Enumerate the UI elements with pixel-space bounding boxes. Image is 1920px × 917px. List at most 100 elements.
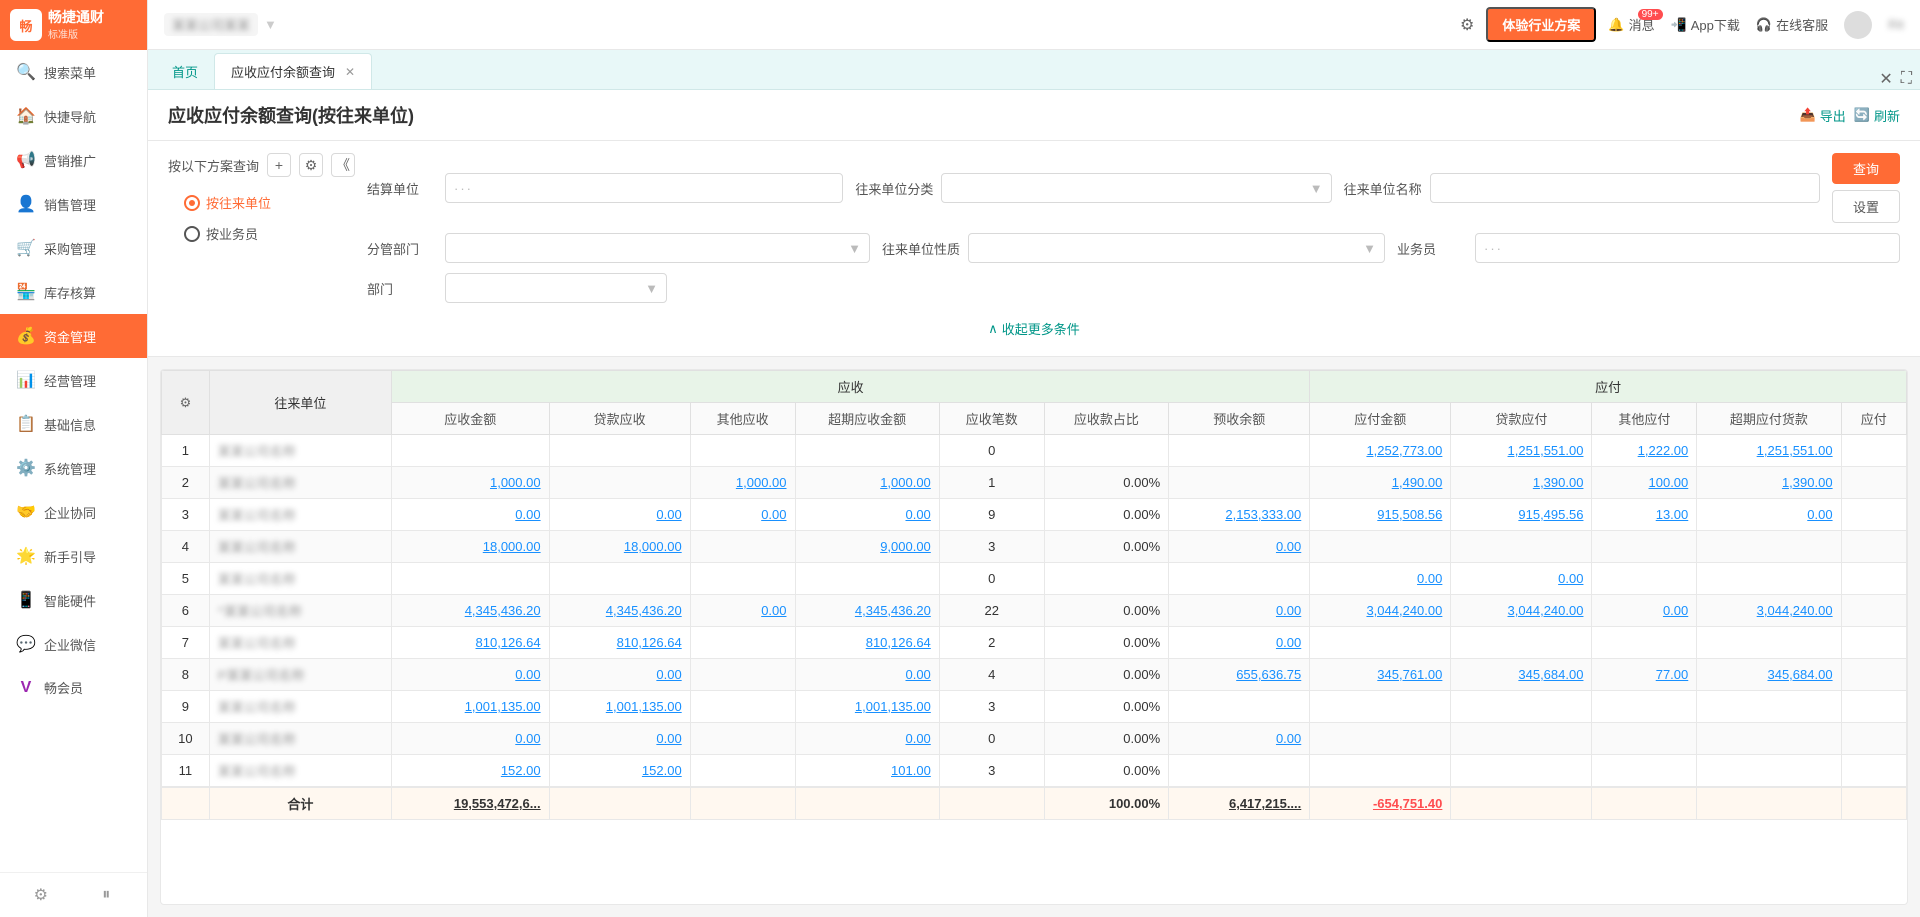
sidebar-item-marketing[interactable]: 📢 营销推广 bbox=[0, 138, 147, 182]
ap-overdue[interactable]: 3,044,240.00 bbox=[1697, 595, 1841, 627]
ap-amount[interactable]: 0.00 bbox=[1310, 563, 1451, 595]
sidebar-item-basic[interactable]: 📋 基础信息 bbox=[0, 402, 147, 446]
ar-amount[interactable]: 4,345,436.20 bbox=[392, 595, 550, 627]
ar-overdue[interactable]: 1,001,135.00 bbox=[795, 691, 939, 723]
ap-loan[interactable] bbox=[1451, 531, 1592, 563]
ar-amount[interactable]: 1,001,135.00 bbox=[392, 691, 550, 723]
add-scheme-btn[interactable]: + bbox=[267, 153, 291, 177]
ap-other[interactable] bbox=[1592, 691, 1697, 723]
notify-button[interactable]: 🔔 消息 99+ bbox=[1608, 15, 1654, 34]
ap-loan[interactable]: 1,251,551.00 bbox=[1451, 435, 1592, 467]
ap-other[interactable]: 13.00 bbox=[1592, 499, 1697, 531]
ap-other[interactable] bbox=[1592, 531, 1697, 563]
app-download-button[interactable]: 📲 App下载 bbox=[1671, 15, 1740, 34]
ap-overdue[interactable]: 1,251,551.00 bbox=[1697, 435, 1841, 467]
prepaid[interactable] bbox=[1169, 435, 1310, 467]
ap-loan[interactable]: 3,044,240.00 bbox=[1451, 595, 1592, 627]
ar-amount[interactable]: 0.00 bbox=[392, 499, 550, 531]
ap-amount[interactable]: 1,252,773.00 bbox=[1310, 435, 1451, 467]
ar-overdue[interactable] bbox=[795, 435, 939, 467]
prepaid[interactable]: 0.00 bbox=[1169, 627, 1310, 659]
prepaid[interactable]: 0.00 bbox=[1169, 595, 1310, 627]
query-button[interactable]: 查询 bbox=[1832, 153, 1900, 184]
ar-amount[interactable]: 810,126.64 bbox=[392, 627, 550, 659]
ar-other[interactable] bbox=[690, 563, 795, 595]
ap-last[interactable] bbox=[1841, 435, 1906, 467]
ar-amount[interactable]: 0.00 bbox=[392, 659, 550, 691]
ar-other[interactable] bbox=[690, 659, 795, 691]
ap-overdue[interactable] bbox=[1697, 531, 1841, 563]
ap-loan[interactable] bbox=[1451, 723, 1592, 755]
ap-other[interactable]: 1,222.00 bbox=[1592, 435, 1697, 467]
option-by-partner[interactable]: 按往来单位 bbox=[176, 189, 355, 216]
ap-last[interactable] bbox=[1841, 595, 1906, 627]
ar-loan[interactable]: 18,000.00 bbox=[549, 531, 690, 563]
ap-amount[interactable]: 915,508.56 bbox=[1310, 499, 1451, 531]
ap-loan[interactable] bbox=[1451, 627, 1592, 659]
export-button[interactable]: 📤 导出 bbox=[1800, 106, 1846, 125]
sidebar-item-enterprise[interactable]: 🤝 企业协同 bbox=[0, 490, 147, 534]
prepaid[interactable] bbox=[1169, 563, 1310, 595]
sidebar-item-finance[interactable]: 💰 资金管理 bbox=[0, 314, 147, 358]
ap-loan[interactable]: 1,390.00 bbox=[1451, 467, 1592, 499]
ap-amount[interactable] bbox=[1310, 755, 1451, 788]
tab-ar-ap[interactable]: 应收应付余额查询 ✕ bbox=[214, 53, 372, 89]
ar-overdue[interactable]: 1,000.00 bbox=[795, 467, 939, 499]
sidebar-item-system[interactable]: ⚙️ 系统管理 bbox=[0, 446, 147, 490]
division-input[interactable]: ▼ bbox=[445, 233, 870, 263]
ap-amount[interactable] bbox=[1310, 723, 1451, 755]
footer-ar-total[interactable]: 19,553,472,6... bbox=[392, 787, 550, 820]
ap-loan[interactable]: 915,495.56 bbox=[1451, 499, 1592, 531]
ar-loan[interactable]: 0.00 bbox=[549, 723, 690, 755]
footer-prepaid[interactable]: 6,417,215.... bbox=[1169, 787, 1310, 820]
ap-overdue[interactable]: 0.00 bbox=[1697, 499, 1841, 531]
ar-overdue[interactable]: 4,345,436.20 bbox=[795, 595, 939, 627]
sidebar-item-sales[interactable]: 👤 销售管理 bbox=[0, 182, 147, 226]
ap-amount[interactable] bbox=[1310, 627, 1451, 659]
online-service-button[interactable]: 🎧 在线客服 bbox=[1756, 15, 1828, 34]
ar-loan[interactable]: 0.00 bbox=[549, 499, 690, 531]
collapse-button[interactable]: ∧ 收起更多条件 bbox=[168, 313, 1900, 344]
ar-loan[interactable]: 0.00 bbox=[549, 659, 690, 691]
ap-other[interactable] bbox=[1592, 627, 1697, 659]
sidebar-item-guide[interactable]: 🌟 新手引导 bbox=[0, 534, 147, 578]
ar-loan[interactable]: 152.00 bbox=[549, 755, 690, 788]
prepaid[interactable]: 2,153,333.00 bbox=[1169, 499, 1310, 531]
salesman-input[interactable]: ··· bbox=[1475, 233, 1900, 263]
ap-last[interactable] bbox=[1841, 531, 1906, 563]
department-input[interactable]: ▼ bbox=[445, 273, 667, 303]
ap-other[interactable]: 100.00 bbox=[1592, 467, 1697, 499]
ap-last[interactable] bbox=[1841, 467, 1906, 499]
ar-amount[interactable]: 152.00 bbox=[392, 755, 550, 788]
ap-last[interactable] bbox=[1841, 723, 1906, 755]
ap-overdue[interactable]: 1,390.00 bbox=[1697, 467, 1841, 499]
sidebar-item-hardware[interactable]: 📱 智能硬件 bbox=[0, 578, 147, 622]
ap-loan[interactable] bbox=[1451, 691, 1592, 723]
prepaid[interactable] bbox=[1169, 467, 1310, 499]
ar-other[interactable]: 0.00 bbox=[690, 595, 795, 627]
ar-other[interactable] bbox=[690, 627, 795, 659]
ap-amount[interactable]: 345,761.00 bbox=[1310, 659, 1451, 691]
ar-loan[interactable]: 4,345,436.20 bbox=[549, 595, 690, 627]
ap-loan[interactable]: 0.00 bbox=[1451, 563, 1592, 595]
edit-scheme-btn[interactable]: ⚙ bbox=[299, 153, 323, 177]
sidebar-item-purchase[interactable]: 🛒 采购管理 bbox=[0, 226, 147, 270]
tab-home[interactable]: 首页 bbox=[156, 54, 214, 89]
ar-loan[interactable] bbox=[549, 563, 690, 595]
ar-overdue[interactable]: 0.00 bbox=[795, 723, 939, 755]
sidebar-item-operations[interactable]: 📊 经营管理 bbox=[0, 358, 147, 402]
ap-amount[interactable]: 1,490.00 bbox=[1310, 467, 1451, 499]
prev-scheme-btn[interactable]: 《 bbox=[331, 153, 355, 177]
ar-other[interactable] bbox=[690, 531, 795, 563]
ap-last[interactable] bbox=[1841, 627, 1906, 659]
sidebar-settings-btn[interactable]: ⚙ bbox=[12, 885, 70, 905]
sidebar-item-quicknav[interactable]: 🏠 快捷导航 bbox=[0, 94, 147, 138]
ap-other[interactable] bbox=[1592, 563, 1697, 595]
promo-button[interactable]: 体验行业方案 bbox=[1486, 7, 1596, 42]
sidebar-collapse-btn[interactable]: ⏸ bbox=[78, 885, 136, 905]
refresh-button[interactable]: 🔄 刷新 bbox=[1854, 106, 1900, 125]
ar-other[interactable] bbox=[690, 691, 795, 723]
settings-button[interactable]: 设置 bbox=[1832, 190, 1900, 223]
ap-last[interactable] bbox=[1841, 659, 1906, 691]
ap-overdue[interactable]: 345,684.00 bbox=[1697, 659, 1841, 691]
